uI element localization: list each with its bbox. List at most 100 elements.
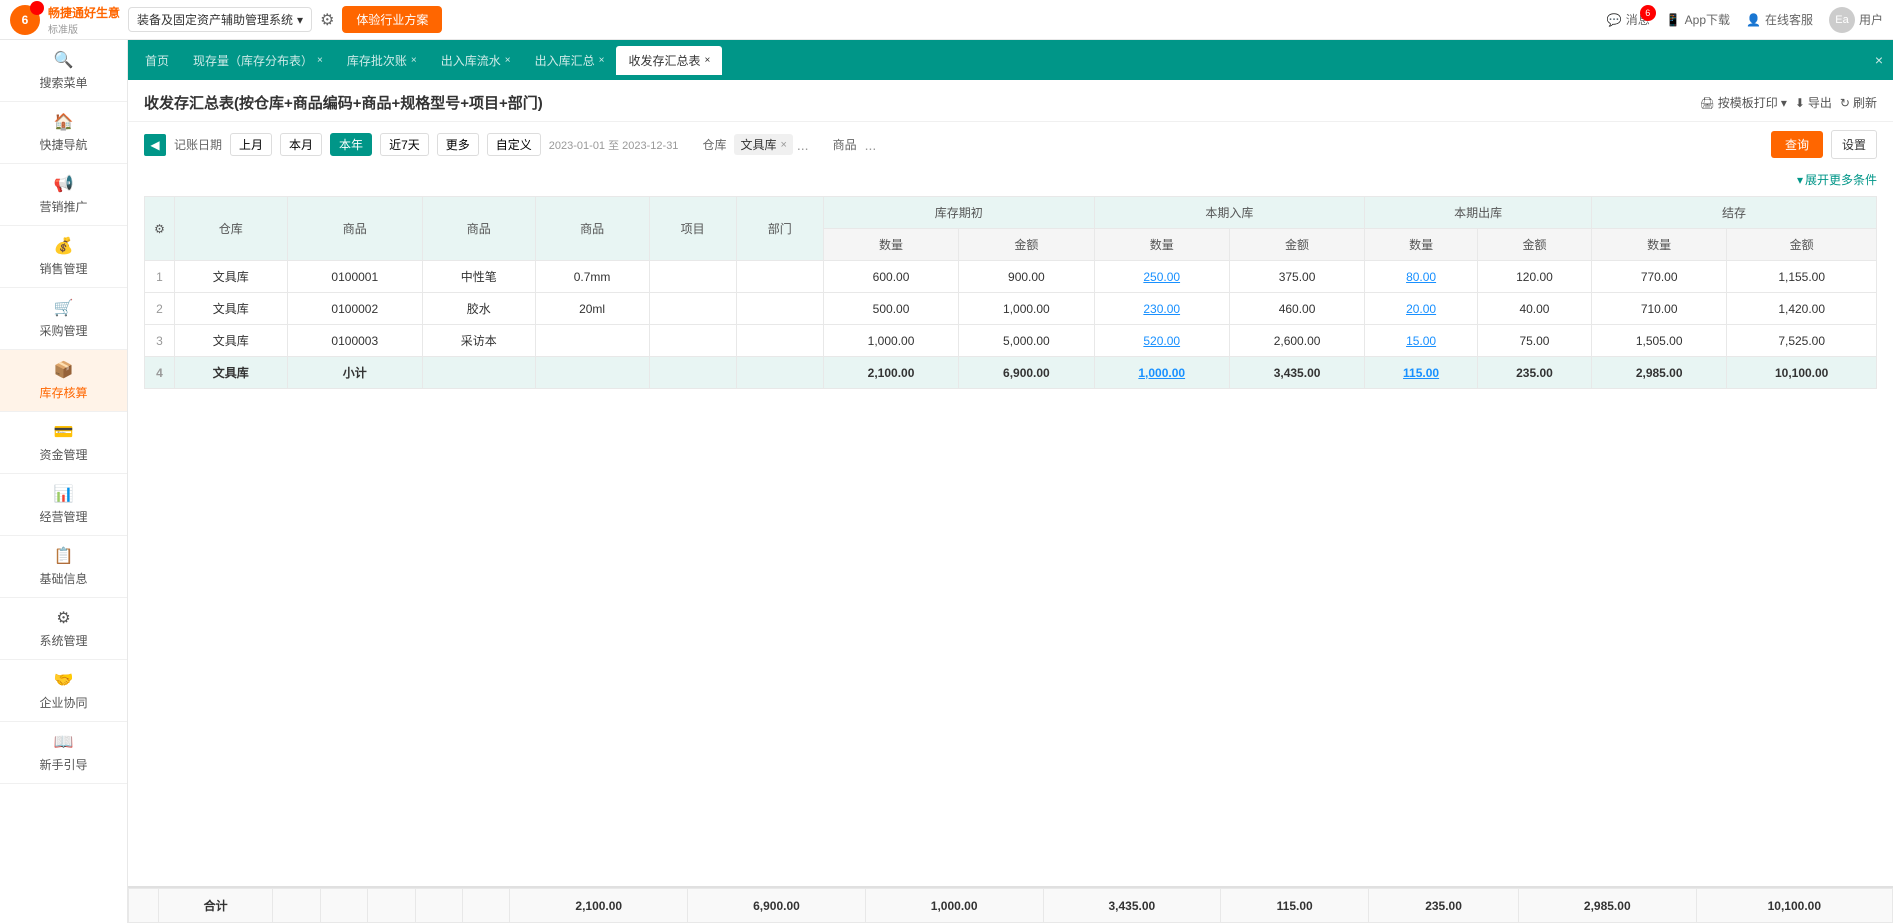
- date-btn-this-year[interactable]: 本年: [330, 133, 372, 156]
- sidebar-item-sales[interactable]: 💰 销售管理: [0, 226, 127, 288]
- app-logo: 6: [10, 5, 40, 35]
- row-in-amt: 375.00: [1229, 261, 1364, 293]
- inventory-icon: 📦: [54, 360, 74, 380]
- row-out-qty[interactable]: 80.00: [1365, 261, 1478, 293]
- col-out-qty-header: 数量: [1365, 229, 1478, 261]
- tab-close-icon[interactable]: ×: [704, 55, 710, 66]
- col-goods-name-header: 商品: [422, 197, 535, 261]
- footer-empty4: [368, 889, 415, 923]
- goods-ellipsis-button[interactable]: ...: [865, 137, 877, 153]
- expand-conditions-button[interactable]: ▾ 展开更多条件: [1797, 171, 1877, 188]
- sidebar-item-finance[interactable]: 💳 资金管理: [0, 412, 127, 474]
- date-btn-this-month[interactable]: 本月: [280, 133, 322, 156]
- app-download-item[interactable]: 📱 App下载: [1666, 11, 1730, 28]
- sidebar-item-inventory[interactable]: 📦 库存核算: [0, 350, 127, 412]
- sidebar-item-label: 采购管理: [39, 322, 87, 339]
- row-out-qty[interactable]: 20.00: [1365, 293, 1478, 325]
- table-gear-header[interactable]: ⚙: [145, 197, 175, 261]
- footer-empty1: [129, 889, 159, 923]
- warehouse-ellipsis-button[interactable]: ...: [797, 137, 809, 153]
- export-button[interactable]: ⬇ 导出: [1795, 94, 1832, 111]
- col-in-header: 本期入库: [1094, 197, 1365, 229]
- subtotal-in-amt: 3,435.00: [1229, 357, 1364, 389]
- sidebar-item-label: 销售管理: [39, 260, 87, 277]
- toolbar-collapse-button[interactable]: ◀: [144, 134, 166, 156]
- tab-in-out-flow[interactable]: 出入库流水 ×: [429, 46, 523, 75]
- row-goods: 采访本: [422, 325, 535, 357]
- print-button[interactable]: 🖨 按模板打印 ▾: [1700, 94, 1787, 111]
- refresh-button[interactable]: ↻ 刷新: [1840, 94, 1877, 111]
- tab-batch-ledger[interactable]: 库存批次账 ×: [335, 46, 429, 75]
- tab-receive-send-summary[interactable]: 收发存汇总表 ×: [616, 46, 722, 75]
- row-goods: 胶水: [422, 293, 535, 325]
- footer-table: 合计 2,100.00 6,900.00 1,000.00 3,435.00 1…: [128, 888, 1893, 923]
- row-in-qty[interactable]: 250.00: [1094, 261, 1229, 293]
- sidebar-item-system[interactable]: ⚙ 系统管理: [0, 598, 127, 660]
- content-spacer: [128, 405, 1893, 705]
- setting-button[interactable]: 设置: [1831, 130, 1877, 159]
- date-btn-more[interactable]: 更多: [437, 133, 479, 156]
- tab-inventory-distribution[interactable]: 现存量（库存分布表） ×: [181, 46, 335, 75]
- user-item[interactable]: Ea 用户: [1829, 7, 1883, 33]
- sidebar-item-marketing[interactable]: 📢 营销推广: [0, 164, 127, 226]
- sidebar-item-label: 企业协同: [39, 694, 87, 711]
- refresh-icon: ↻: [1840, 96, 1850, 110]
- tab-batch-ledger-label: 库存批次账: [347, 52, 407, 69]
- warehouse-tag-close[interactable]: ×: [780, 139, 786, 151]
- tab-in-out-summary[interactable]: 出入库汇总 ×: [523, 46, 617, 75]
- expand-down-icon: ▾: [1797, 173, 1803, 187]
- tab-close-icon[interactable]: ×: [599, 55, 605, 66]
- top-bar: 6 畅捷通好生意 标准版 装备及固定资产辅助管理系统 ▾ ⚙ 体验行业方案 💬 …: [0, 0, 1893, 40]
- row-num: 3: [145, 325, 175, 357]
- service-icon: 👤: [1746, 13, 1761, 27]
- sidebar-item-search[interactable]: 🔍 搜索菜单: [0, 40, 127, 102]
- date-btn-last-month[interactable]: 上月: [230, 133, 272, 156]
- row-in-qty[interactable]: 520.00: [1094, 325, 1229, 357]
- row-dept: [736, 325, 823, 357]
- row-open-qty: 600.00: [823, 261, 958, 293]
- tab-close-icon[interactable]: ×: [505, 55, 511, 66]
- sidebar: 🔍 搜索菜单 🏠 快捷导航 📢 营销推广 💰 销售管理 🛒 采购管理 📦: [0, 40, 128, 923]
- date-btn-last-7-days[interactable]: 近7天: [380, 133, 429, 156]
- message-item[interactable]: 💬 消息 6: [1607, 11, 1650, 28]
- system-selector-text: 装备及固定资产辅助管理系统: [137, 11, 293, 28]
- avatar: Ea: [1829, 7, 1855, 33]
- data-table: ⚙ 仓库 商品 商品 商品 项目 部门 库存期初 本期入库 本期出库: [144, 196, 1877, 389]
- try-industry-button[interactable]: 体验行业方案: [342, 6, 442, 33]
- purchase-icon: 🛒: [54, 298, 74, 318]
- row-open-qty: 500.00: [823, 293, 958, 325]
- subtotal-bal-qty: 2,985.00: [1592, 357, 1727, 389]
- brand-name: 畅捷通好生意: [48, 4, 120, 21]
- subtotal-out-qty[interactable]: 115.00: [1365, 357, 1478, 389]
- sidebar-item-operations[interactable]: 📊 经营管理: [0, 474, 127, 536]
- sidebar-item-quick-nav[interactable]: 🏠 快捷导航: [0, 102, 127, 164]
- row-in-qty[interactable]: 230.00: [1094, 293, 1229, 325]
- tab-home[interactable]: 首页: [133, 46, 181, 75]
- query-button[interactable]: 查询: [1771, 131, 1823, 158]
- sidebar-item-new-guide[interactable]: 📖 新手引导: [0, 722, 127, 784]
- col-open-amt-header: 金额: [959, 229, 1094, 261]
- tab-close-icon[interactable]: ×: [317, 55, 323, 66]
- date-btn-custom[interactable]: 自定义: [487, 133, 541, 156]
- page-close-button[interactable]: ×: [1875, 52, 1883, 68]
- sidebar-item-purchase[interactable]: 🛒 采购管理: [0, 288, 127, 350]
- logo-badge: [30, 1, 44, 15]
- sidebar-item-cooperation[interactable]: 🤝 企业协同: [0, 660, 127, 722]
- page-header: 收发存汇总表(按仓库+商品编码+商品+规格型号+项目+部门) 🖨 按模板打印 ▾…: [128, 80, 1893, 122]
- date-range-display: 2023-01-01 至 2023-12-31: [549, 137, 679, 153]
- row-dept: [736, 293, 823, 325]
- subtotal-open-qty: 2,100.00: [823, 357, 958, 389]
- goods-filter: ...: [865, 137, 877, 153]
- row-out-qty[interactable]: 15.00: [1365, 325, 1478, 357]
- sidebar-item-basic-info[interactable]: 📋 基础信息: [0, 536, 127, 598]
- tab-close-icon[interactable]: ×: [411, 55, 417, 66]
- row-code: 0100003: [287, 325, 422, 357]
- gear-icon[interactable]: ⚙: [320, 10, 334, 30]
- subtotal-in-qty[interactable]: 1,000.00: [1094, 357, 1229, 389]
- col-in-qty-header: 数量: [1094, 229, 1229, 261]
- system-selector[interactable]: 装备及固定资产辅助管理系统 ▾: [128, 7, 312, 32]
- row-open-amt: 1,000.00: [959, 293, 1094, 325]
- row-goods: 中性笔: [422, 261, 535, 293]
- row-dept: [736, 261, 823, 293]
- online-service-item[interactable]: 👤 在线客服: [1746, 11, 1813, 28]
